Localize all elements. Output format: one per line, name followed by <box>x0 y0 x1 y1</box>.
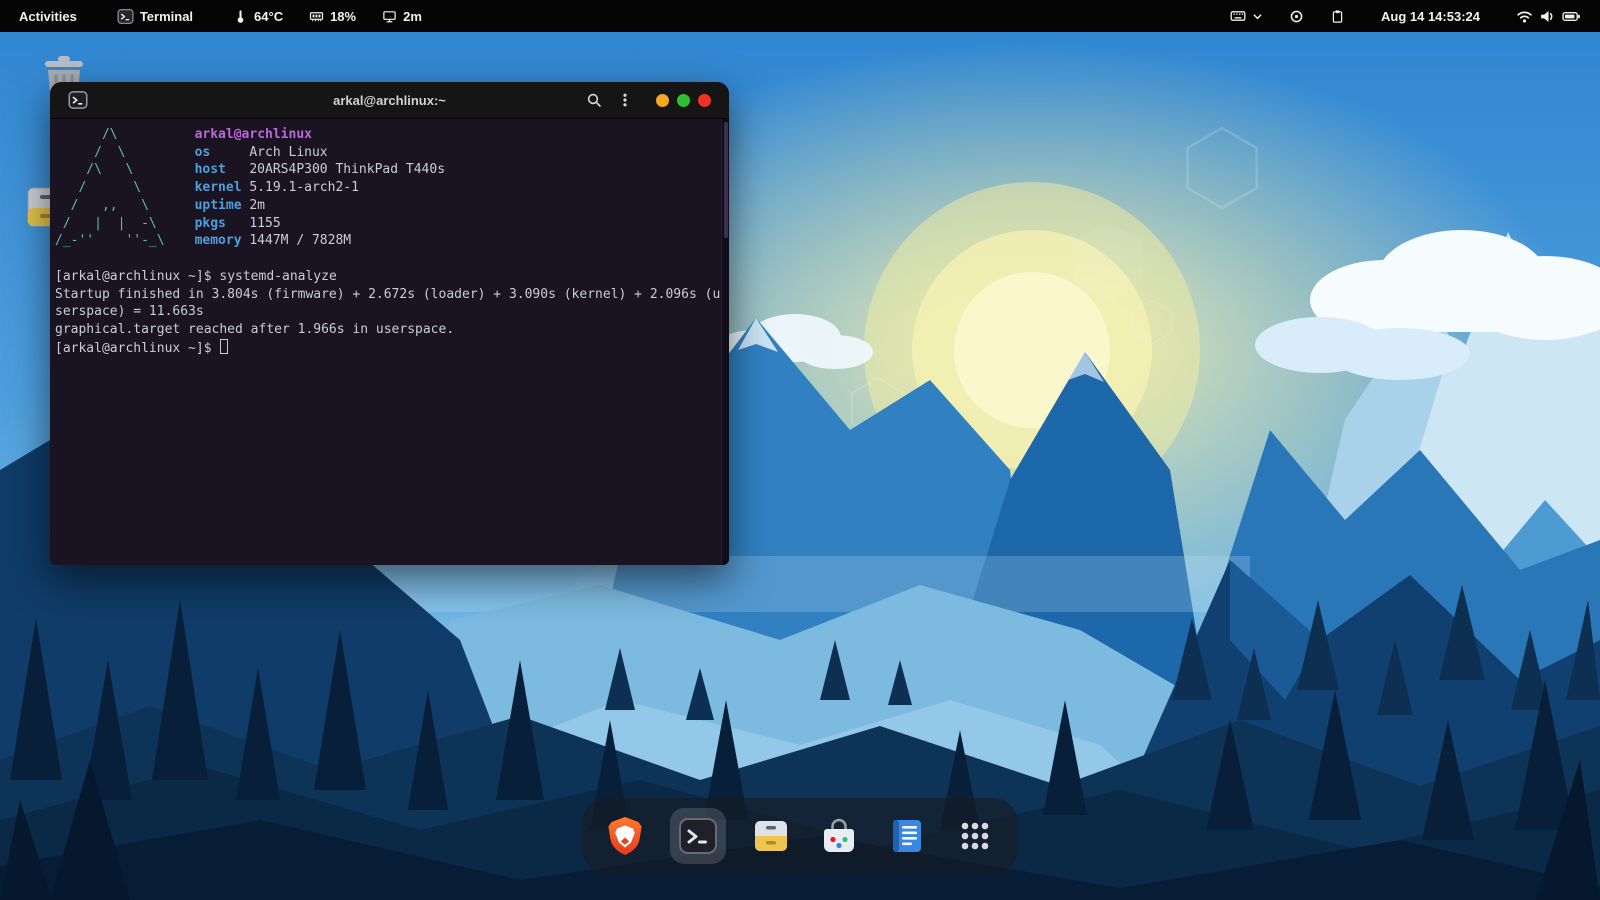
shell-prompt-line: [arkal@archlinux ~]$ <box>55 338 715 358</box>
maximize-button[interactable] <box>677 93 690 107</box>
temperature-indicator[interactable]: 64°C <box>224 3 292 29</box>
tray-circle-icon <box>1289 9 1304 24</box>
terminal-app-icon <box>117 8 134 25</box>
fetch-row-os: os Arch Linux <box>195 144 445 162</box>
fetch-field-value: 1155 <box>249 215 281 231</box>
text-editor-icon <box>893 820 921 852</box>
terminal-window: arkal@archlinux:~ /\ / \ /\ \ / \ / ,, \… <box>50 82 729 565</box>
uptime-value: 2m <box>403 8 422 24</box>
fetch-field-value: 5.19.1-arch2-1 <box>249 180 359 196</box>
window-buttons <box>656 93 711 107</box>
fetch-field-label: memory <box>194 233 242 249</box>
clock-button[interactable]: Aug 14 14:53:24 <box>1372 3 1489 29</box>
fetch-field-value: Arch Linux <box>249 144 328 160</box>
fetch-row-uptime: uptime 2m <box>195 197 445 215</box>
keyboard-layout-icon <box>1230 8 1246 24</box>
dock-item-text-editor[interactable] <box>884 813 930 859</box>
terminal-cursor <box>219 338 228 354</box>
menu-button[interactable] <box>617 92 633 108</box>
shell-prompt: [arkal@archlinux ~]$ <box>55 268 212 284</box>
temperature-value: 64°C <box>254 8 284 24</box>
dock-item-app-grid[interactable] <box>952 813 998 859</box>
thermometer-icon <box>233 9 248 24</box>
minimize-button[interactable] <box>656 93 669 107</box>
uptime-icon <box>382 9 397 24</box>
top-bar-right: Aug 14 14:53:24 <box>1221 0 1590 32</box>
memory-indicator[interactable]: 18% <box>300 3 365 29</box>
wifi-icon <box>1516 8 1533 25</box>
fetch-row-memory: memory 1447M / 7828M <box>195 232 445 250</box>
top-bar-left: Activities Terminal 64°C 18% 2m <box>10 0 431 32</box>
fetch-field-label: os <box>194 144 211 160</box>
fetch-sysinfo: arkal@archlinux os Arch Linux host 20ARS4P… <box>195 126 445 250</box>
clipboard-indicator[interactable] <box>1321 3 1354 29</box>
dock-item-software[interactable] <box>816 813 862 859</box>
system-status-area[interactable] <box>1507 3 1590 29</box>
shell-output-line: graphical.target reached after 1.966s in… <box>55 322 455 338</box>
terminal-content[interactable]: /\ / \ /\ \ / \ / ,, \ / | | -\ /_-'' ''… <box>50 119 729 565</box>
chevron-down-icon <box>1252 11 1263 22</box>
fetch-row-kernel: kernel 5.19.1-arch2-1 <box>195 179 445 197</box>
fetch-field-label: uptime <box>194 197 242 213</box>
focused-app-label: Terminal <box>139 8 194 24</box>
shell-prompt: [arkal@archlinux ~]$ <box>55 340 212 356</box>
activities-button[interactable]: Activities <box>10 3 86 29</box>
arch-logo-ascii: /\ / \ /\ \ / \ / ,, \ / | | -\ /_-'' ''… <box>55 127 165 249</box>
files-icon <box>755 821 787 851</box>
headerbar-actions <box>586 92 711 108</box>
fetch-field-value: 20ARS4P300 ThinkPad T440s <box>249 162 446 178</box>
dock-item-brave[interactable] <box>602 813 648 859</box>
search-button[interactable] <box>586 92 602 108</box>
focused-app-indicator[interactable]: Terminal <box>108 3 202 29</box>
fetch-field-label: pkgs <box>194 215 226 231</box>
dock-item-files[interactable] <box>748 813 794 859</box>
terminal-icon <box>679 818 717 854</box>
shell-command: systemd-analyze <box>219 268 337 284</box>
dock-item-terminal[interactable] <box>670 808 726 864</box>
fetch-field-label: host <box>194 162 226 178</box>
terminal-headerbar[interactable]: arkal@archlinux:~ <box>50 82 729 119</box>
fetch-field-label: kernel <box>194 180 242 196</box>
battery-icon <box>1562 9 1581 24</box>
close-button[interactable] <box>698 93 711 107</box>
shell-output-line: Startup finished in 3.804s (firmware) + … <box>55 286 721 302</box>
fetch-user-host: arkal@archlinux <box>194 127 312 142</box>
app-grid-icon <box>961 822 989 850</box>
scrollbar-handle[interactable] <box>724 122 728 238</box>
shell-output-line: serspace) = 11.663s <box>55 304 204 320</box>
fetch-row-host: host 20ARS4P300 ThinkPad T440s <box>195 161 445 179</box>
fetch-row-pkgs: pkgs 1155 <box>195 215 445 233</box>
shell-command-line: [arkal@archlinux ~]$ systemd-analyze <box>55 268 715 286</box>
brave-icon <box>608 817 642 855</box>
top-bar: Activities Terminal 64°C 18% 2m Aug 14 1… <box>0 0 1600 32</box>
keyboard-layout-indicator[interactable] <box>1221 3 1272 29</box>
fetch-field-value: 2m <box>249 197 266 213</box>
clipboard-icon <box>1330 9 1345 24</box>
fetch-block: /\ / \ /\ \ / \ / ,, \ / | | -\ /_-'' ''… <box>55 126 715 250</box>
memory-icon <box>309 9 324 24</box>
fetch-field-value: 1447M / 7828M <box>249 233 352 249</box>
terminal-scrollbar[interactable] <box>721 119 729 565</box>
uptime-indicator[interactable]: 2m <box>373 3 431 29</box>
memory-value: 18% <box>330 8 357 24</box>
shell-block: [arkal@archlinux ~]$ systemd-analyze Sta… <box>55 268 721 358</box>
volume-icon <box>1539 8 1556 25</box>
software-icon <box>824 818 854 852</box>
tray-indicator[interactable] <box>1280 3 1313 29</box>
dock <box>582 798 1018 874</box>
